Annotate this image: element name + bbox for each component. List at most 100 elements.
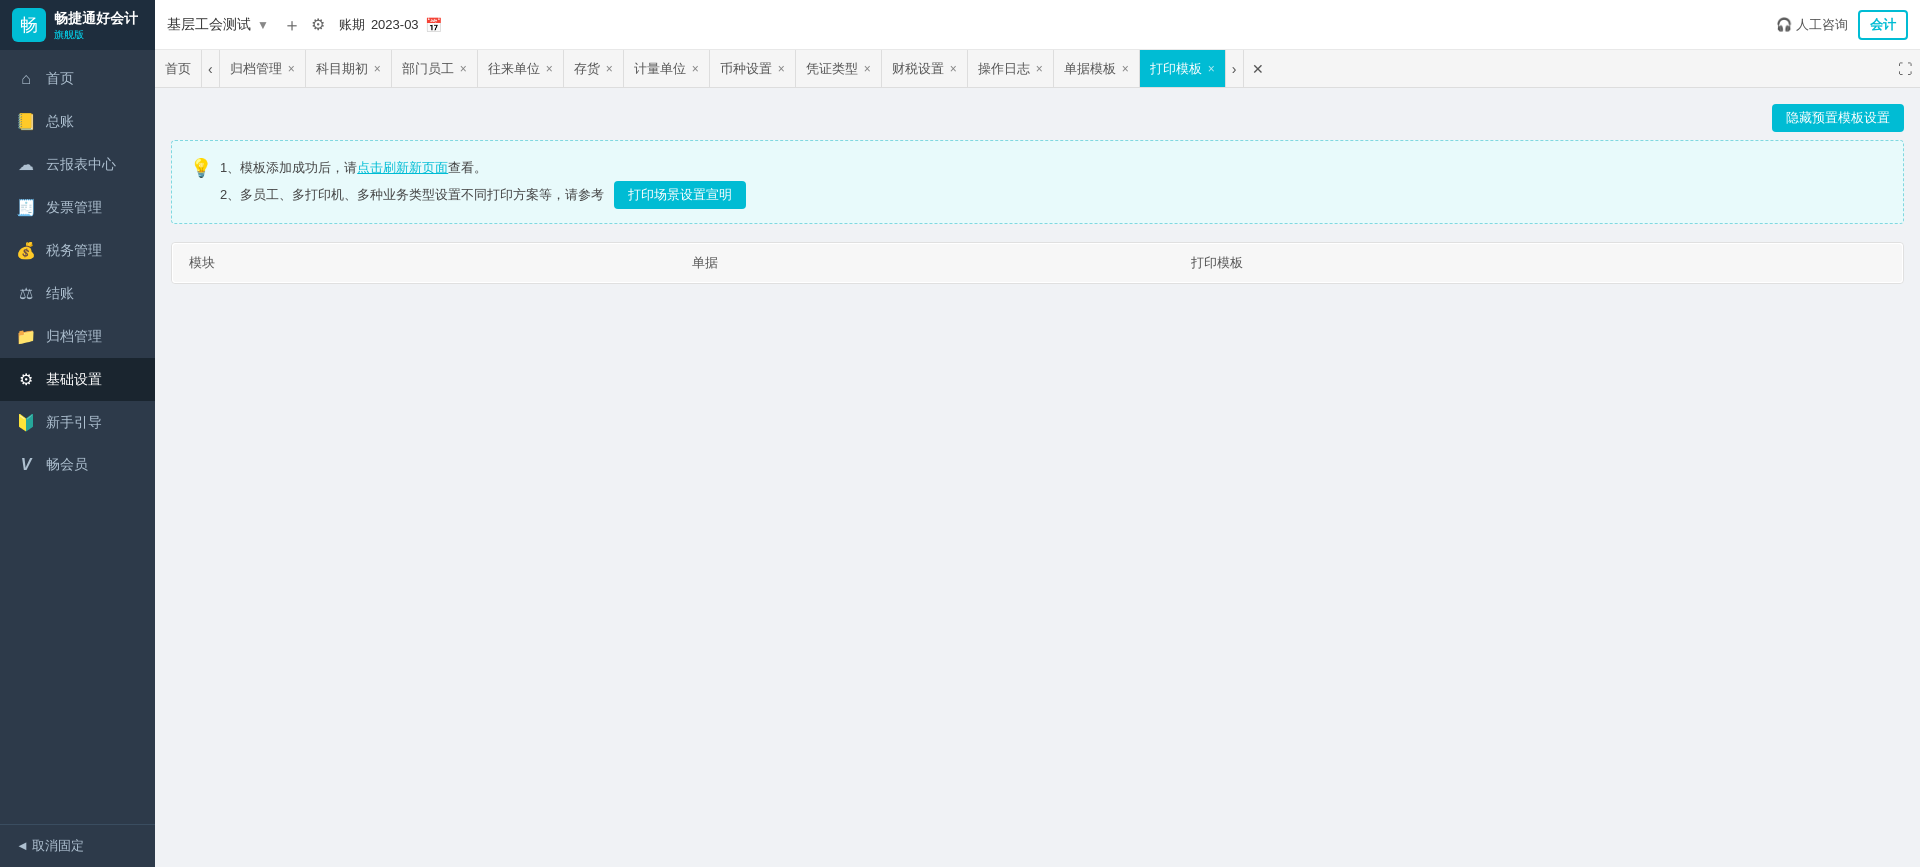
tab-tax-settings-label: 财税设置 (892, 60, 944, 78)
tab-bill-template[interactable]: 单据模板 × (1054, 50, 1140, 88)
print-template-table: 模块 单据 打印模板 (172, 243, 1903, 283)
gear-icon: ⚙ (16, 370, 36, 389)
period-value: 2023-03 (371, 17, 419, 32)
headset-icon: 🎧 (1776, 17, 1792, 32)
sidebar-label-home: 首页 (46, 70, 74, 88)
notice-line2-prefix: 2、多员工、多打印机、多种业务类型设置不同打印方案等，请参考 (220, 187, 604, 202)
hide-btn-area: 隐藏预置模板设置 (171, 104, 1904, 132)
sidebar-item-settings[interactable]: ⚙ 基础设置 (0, 358, 155, 401)
tab-unit[interactable]: 计量单位 × (624, 50, 710, 88)
tab-archive[interactable]: 归档管理 × (220, 50, 306, 88)
sidebar-nav: ⌂ 首页 📒 总账 ☁ 云报表中心 🧾 发票管理 💰 税务管理 ⚖ 结账 📁 归… (0, 50, 155, 824)
settings-gear-icon[interactable]: ⚙ (311, 15, 325, 34)
notice-line2: 2、多员工、多打印机、多种业务类型设置不同打印方案等，请参考 打印场景设置宣明 (220, 181, 746, 209)
sidebar-label-ledger: 总账 (46, 113, 74, 131)
tab-nav-next[interactable]: › (1226, 50, 1244, 88)
company-name: 基层工会测试 (167, 16, 251, 34)
company-selector[interactable]: 基层工会测试 ▼ (167, 16, 269, 34)
kuaiji-label: 会计 (1870, 17, 1896, 32)
col-bill: 单据 (676, 244, 1175, 283)
notice-line1: 1、模板添加成功后，请点击刷新新页面查看。 (220, 155, 746, 181)
sidebar-label-reports: 云报表中心 (46, 156, 116, 174)
main-area: 基层工会测试 ▼ ＋ ⚙ 账期 2023-03 📅 🎧 人工咨询 会计 首页 ‹… (155, 0, 1920, 867)
tab-home[interactable]: 首页 (155, 50, 202, 88)
hide-template-settings-button[interactable]: 隐藏预置模板设置 (1772, 104, 1904, 132)
sidebar-item-tax[interactable]: 💰 税务管理 (0, 229, 155, 272)
close-all-tabs-button[interactable]: ✕ (1244, 50, 1272, 88)
tab-close-dept[interactable]: × (460, 62, 467, 76)
invoice-icon: 🧾 (16, 198, 36, 217)
refresh-link[interactable]: 点击刷新新页面 (357, 160, 448, 175)
tab-voucher-type[interactable]: 凭证类型 × (796, 50, 882, 88)
guide-icon: 🔰 (16, 413, 36, 432)
tab-close-op-log[interactable]: × (1036, 62, 1043, 76)
logo-icon: 畅 (12, 8, 46, 42)
tab-close-print-template[interactable]: × (1208, 62, 1215, 76)
tab-bill-template-label: 单据模板 (1064, 60, 1116, 78)
notice-text-area: 1、模板添加成功后，请点击刷新新页面查看。 2、多员工、多打印机、多种业务类型设… (220, 155, 746, 209)
sidebar-item-ledger[interactable]: 📒 总账 (0, 100, 155, 143)
notice-row: 💡 1、模板添加成功后，请点击刷新新页面查看。 2、多员工、多打印机、多种业务类… (190, 155, 1885, 209)
explain-button[interactable]: 打印场景设置宣明 (614, 181, 746, 209)
chevron-down-icon: ▼ (257, 18, 269, 32)
tab-close-subject[interactable]: × (374, 62, 381, 76)
add-company-button[interactable]: ＋ (283, 13, 301, 37)
tab-currency[interactable]: 币种设置 × (710, 50, 796, 88)
tab-currency-label: 币种设置 (720, 60, 772, 78)
sidebar-item-invoice[interactable]: 🧾 发票管理 (0, 186, 155, 229)
tab-close-bill-template[interactable]: × (1122, 62, 1129, 76)
sidebar: 畅 畅捷通好会计 旗舰版 ⌂ 首页 📒 总账 ☁ 云报表中心 🧾 发票管理 💰 … (0, 0, 155, 867)
expand-icon[interactable]: ⛶ (1890, 50, 1920, 88)
service-label: 人工咨询 (1796, 16, 1848, 34)
tab-close-tax-settings[interactable]: × (950, 62, 957, 76)
tab-dept-label: 部门员工 (402, 60, 454, 78)
topbar-right: 🎧 人工咨询 会计 (1776, 10, 1908, 40)
topbar: 基层工会测试 ▼ ＋ ⚙ 账期 2023-03 📅 🎧 人工咨询 会计 (155, 0, 1920, 50)
tab-vendor[interactable]: 往来单位 × (478, 50, 564, 88)
member-icon: V (16, 456, 36, 474)
notice-line1-suffix: 查看。 (448, 160, 487, 175)
tab-subject[interactable]: 科目期初 × (306, 50, 392, 88)
tab-dept[interactable]: 部门员工 × (392, 50, 478, 88)
sidebar-item-home[interactable]: ⌂ 首页 (0, 58, 155, 100)
tab-close-unit[interactable]: × (692, 62, 699, 76)
service-button[interactable]: 🎧 人工咨询 (1776, 16, 1848, 34)
sidebar-label-guide: 新手引导 (46, 414, 102, 432)
tab-nav-prev[interactable]: ‹ (202, 50, 220, 88)
tab-subject-label: 科目期初 (316, 60, 368, 78)
tab-print-template[interactable]: 打印模板 × (1140, 50, 1226, 88)
cloud-icon: ☁ (16, 155, 36, 174)
lightbulb-icon: 💡 (190, 157, 212, 179)
kuaiji-button[interactable]: 会计 (1858, 10, 1908, 40)
col-module: 模块 (173, 244, 677, 283)
tab-inventory-label: 存货 (574, 60, 600, 78)
logo-area: 畅 畅捷通好会计 旗舰版 (0, 0, 155, 50)
sidebar-item-close[interactable]: ⚖ 结账 (0, 272, 155, 315)
unpin-button[interactable]: ◄ 取消固定 (0, 824, 155, 867)
tab-close-inventory[interactable]: × (606, 62, 613, 76)
sidebar-label-settings: 基础设置 (46, 371, 102, 389)
tab-op-log[interactable]: 操作日志 × (968, 50, 1054, 88)
sidebar-item-archive[interactable]: 📁 归档管理 (0, 315, 155, 358)
tab-tax-settings[interactable]: 财税设置 × (882, 50, 968, 88)
tax-icon: 💰 (16, 241, 36, 260)
tab-close-currency[interactable]: × (778, 62, 785, 76)
tabbar: 首页 ‹ 归档管理 × 科目期初 × 部门员工 × 往来单位 × 存货 × 计量… (155, 50, 1920, 88)
sidebar-item-guide[interactable]: 🔰 新手引导 (0, 401, 155, 444)
sidebar-item-member[interactable]: V 畅会员 (0, 444, 155, 486)
notice-box: 💡 1、模板添加成功后，请点击刷新新页面查看。 2、多员工、多打印机、多种业务类… (171, 140, 1904, 224)
sidebar-label-member: 畅会员 (46, 456, 88, 474)
tab-inventory[interactable]: 存货 × (564, 50, 624, 88)
calendar-icon[interactable]: 📅 (425, 17, 442, 33)
notice-line1-prefix: 1、模板添加成功后，请 (220, 160, 357, 175)
tab-close-vendor[interactable]: × (546, 62, 553, 76)
logo-sub: 旗舰版 (54, 28, 138, 41)
tab-archive-label: 归档管理 (230, 60, 282, 78)
tab-close-voucher-type[interactable]: × (864, 62, 871, 76)
ledger-icon: 📒 (16, 112, 36, 131)
tab-unit-label: 计量单位 (634, 60, 686, 78)
table-header: 模块 单据 打印模板 (173, 244, 1903, 283)
tab-close-archive[interactable]: × (288, 62, 295, 76)
tab-op-log-label: 操作日志 (978, 60, 1030, 78)
sidebar-item-reports[interactable]: ☁ 云报表中心 (0, 143, 155, 186)
